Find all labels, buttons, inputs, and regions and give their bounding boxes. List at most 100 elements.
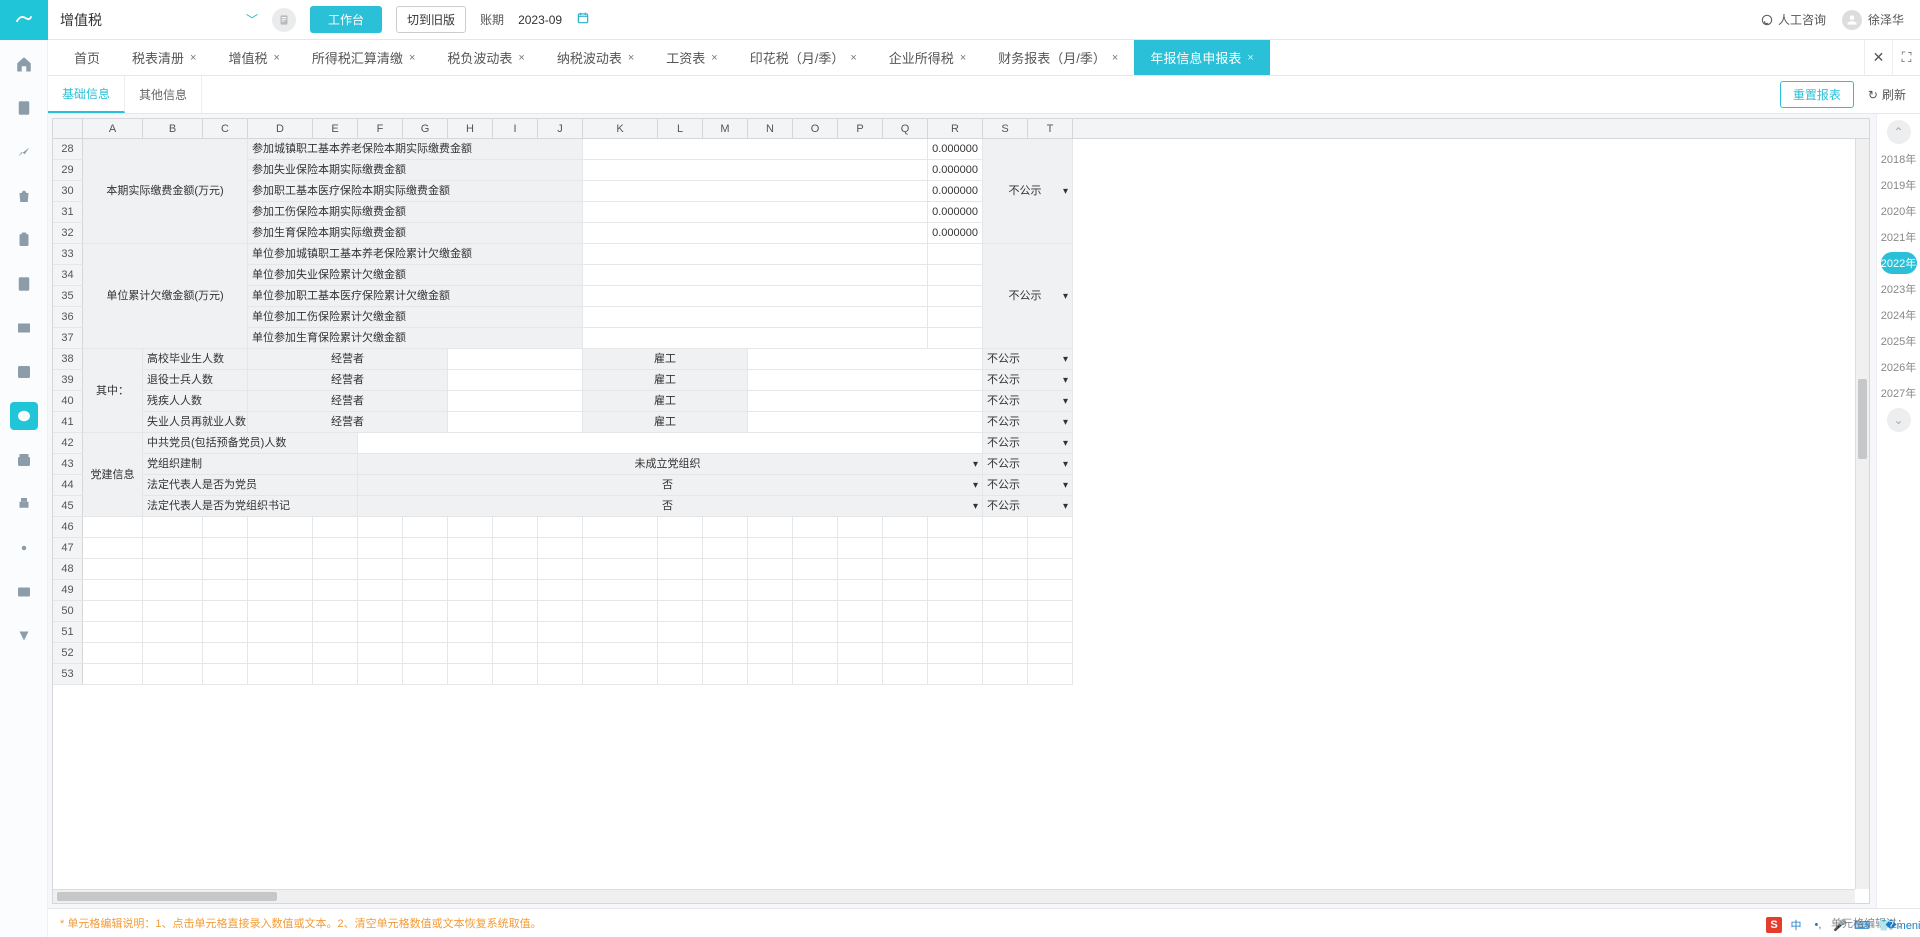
cell[interactable] bbox=[583, 517, 658, 538]
cell[interactable] bbox=[928, 307, 983, 328]
cell[interactable] bbox=[583, 622, 658, 643]
cell[interactable] bbox=[583, 328, 928, 349]
vertical-scrollbar[interactable] bbox=[1855, 139, 1869, 889]
cell[interactable] bbox=[883, 664, 928, 685]
cell[interactable] bbox=[793, 622, 838, 643]
cell[interactable] bbox=[358, 622, 403, 643]
cell[interactable] bbox=[793, 538, 838, 559]
cell[interactable] bbox=[538, 580, 583, 601]
cell[interactable] bbox=[658, 622, 703, 643]
cell[interactable] bbox=[538, 664, 583, 685]
cell[interactable] bbox=[493, 559, 538, 580]
cell[interactable] bbox=[358, 559, 403, 580]
cell[interactable] bbox=[703, 538, 748, 559]
cell[interactable] bbox=[1028, 517, 1073, 538]
cell[interactable]: 经营者 bbox=[248, 391, 448, 412]
col-header[interactable]: D bbox=[248, 119, 313, 138]
cell[interactable] bbox=[248, 664, 313, 685]
row-header[interactable]: 47 bbox=[53, 538, 83, 559]
cell[interactable] bbox=[358, 664, 403, 685]
close-icon[interactable]: × bbox=[850, 52, 856, 64]
cell[interactable] bbox=[883, 538, 928, 559]
nav-tax-icon[interactable] bbox=[10, 402, 38, 430]
cell[interactable] bbox=[143, 622, 203, 643]
chevron-down-icon[interactable]: ▾ bbox=[973, 475, 978, 496]
cell[interactable] bbox=[403, 580, 448, 601]
row-header[interactable]: 50 bbox=[53, 601, 83, 622]
cell[interactable] bbox=[793, 601, 838, 622]
cell[interactable]: 单位参加职工基本医疗保险累计欠缴金额 bbox=[248, 286, 583, 307]
cell[interactable] bbox=[313, 643, 358, 664]
cell[interactable] bbox=[793, 664, 838, 685]
cell[interactable] bbox=[448, 601, 493, 622]
cell[interactable] bbox=[928, 244, 983, 265]
close-icon[interactable]: × bbox=[409, 52, 415, 64]
consult-link[interactable]: 人工咨询 bbox=[1760, 11, 1826, 28]
year-down-icon[interactable]: ⌄ bbox=[1887, 408, 1911, 432]
cell[interactable] bbox=[538, 517, 583, 538]
year-chip[interactable]: 2020年 bbox=[1881, 200, 1917, 222]
col-header[interactable]: H bbox=[448, 119, 493, 138]
cell[interactable] bbox=[493, 664, 538, 685]
cell[interactable] bbox=[538, 601, 583, 622]
cell[interactable] bbox=[793, 517, 838, 538]
spreadsheet[interactable]: ABCDEFGHIJKLMNOPQRST 28本期实际缴费金额(万元)参加城镇职… bbox=[52, 118, 1870, 904]
cell[interactable] bbox=[83, 559, 143, 580]
year-chip[interactable]: 2023年 bbox=[1881, 278, 1917, 300]
col-header[interactable]: E bbox=[313, 119, 358, 138]
cell[interactable] bbox=[248, 559, 313, 580]
cell[interactable]: 雇工 bbox=[583, 349, 748, 370]
year-chip[interactable]: 2025年 bbox=[1881, 330, 1917, 352]
reset-button[interactable]: 重置报表 bbox=[1780, 81, 1854, 108]
nav-v-icon[interactable] bbox=[10, 622, 38, 650]
row-header[interactable]: 41 bbox=[53, 412, 83, 433]
cell[interactable] bbox=[358, 643, 403, 664]
cell[interactable] bbox=[403, 538, 448, 559]
row-header[interactable]: 44 bbox=[53, 475, 83, 496]
cell[interactable] bbox=[448, 580, 493, 601]
cell[interactable] bbox=[83, 622, 143, 643]
cell[interactable] bbox=[883, 580, 928, 601]
cell[interactable] bbox=[838, 538, 883, 559]
cell[interactable]: 残疾人人数 bbox=[143, 391, 248, 412]
chevron-down-icon[interactable]: ▾ bbox=[1063, 496, 1068, 517]
cell[interactable] bbox=[928, 601, 983, 622]
cell[interactable] bbox=[838, 559, 883, 580]
ime-tool-icon[interactable]: �menin bbox=[1898, 917, 1914, 933]
cell[interactable] bbox=[838, 601, 883, 622]
row-header[interactable]: 33 bbox=[53, 244, 83, 265]
row-header[interactable]: 38 bbox=[53, 349, 83, 370]
cell[interactable]: 未成立党组织▾ bbox=[358, 454, 983, 475]
cell[interactable]: 不公示▾ bbox=[983, 370, 1073, 391]
cell[interactable]: 不公示▾ bbox=[983, 391, 1073, 412]
nav-report-icon[interactable] bbox=[10, 358, 38, 386]
row-header[interactable]: 36 bbox=[53, 307, 83, 328]
cell[interactable]: 单位参加失业保险累计欠缴金额 bbox=[248, 265, 583, 286]
tab-item[interactable]: 财务报表（月/季）× bbox=[982, 40, 1134, 75]
cell[interactable] bbox=[883, 601, 928, 622]
cell[interactable] bbox=[83, 643, 143, 664]
tab-close-all-icon[interactable]: ✕ bbox=[1864, 40, 1892, 75]
cell[interactable]: 不公示▾ bbox=[983, 349, 1073, 370]
tab-item[interactable]: 增值税× bbox=[212, 40, 295, 75]
cell[interactable] bbox=[313, 622, 358, 643]
cell[interactable] bbox=[1028, 580, 1073, 601]
nav-print-icon[interactable] bbox=[10, 490, 38, 518]
col-header[interactable]: L bbox=[658, 119, 703, 138]
col-header[interactable]: A bbox=[83, 119, 143, 138]
cell[interactable] bbox=[248, 601, 313, 622]
cell[interactable] bbox=[883, 622, 928, 643]
cell[interactable] bbox=[928, 559, 983, 580]
cell[interactable] bbox=[83, 580, 143, 601]
nav-video-icon[interactable] bbox=[10, 578, 38, 606]
cell[interactable] bbox=[538, 538, 583, 559]
tab-item[interactable]: 企业所得税× bbox=[873, 40, 982, 75]
cell[interactable] bbox=[83, 538, 143, 559]
year-chip[interactable]: 2024年 bbox=[1881, 304, 1917, 326]
cell[interactable] bbox=[928, 664, 983, 685]
cell[interactable] bbox=[83, 517, 143, 538]
cell[interactable] bbox=[838, 643, 883, 664]
cell[interactable] bbox=[583, 244, 928, 265]
cell[interactable] bbox=[203, 664, 248, 685]
cell[interactable] bbox=[248, 580, 313, 601]
